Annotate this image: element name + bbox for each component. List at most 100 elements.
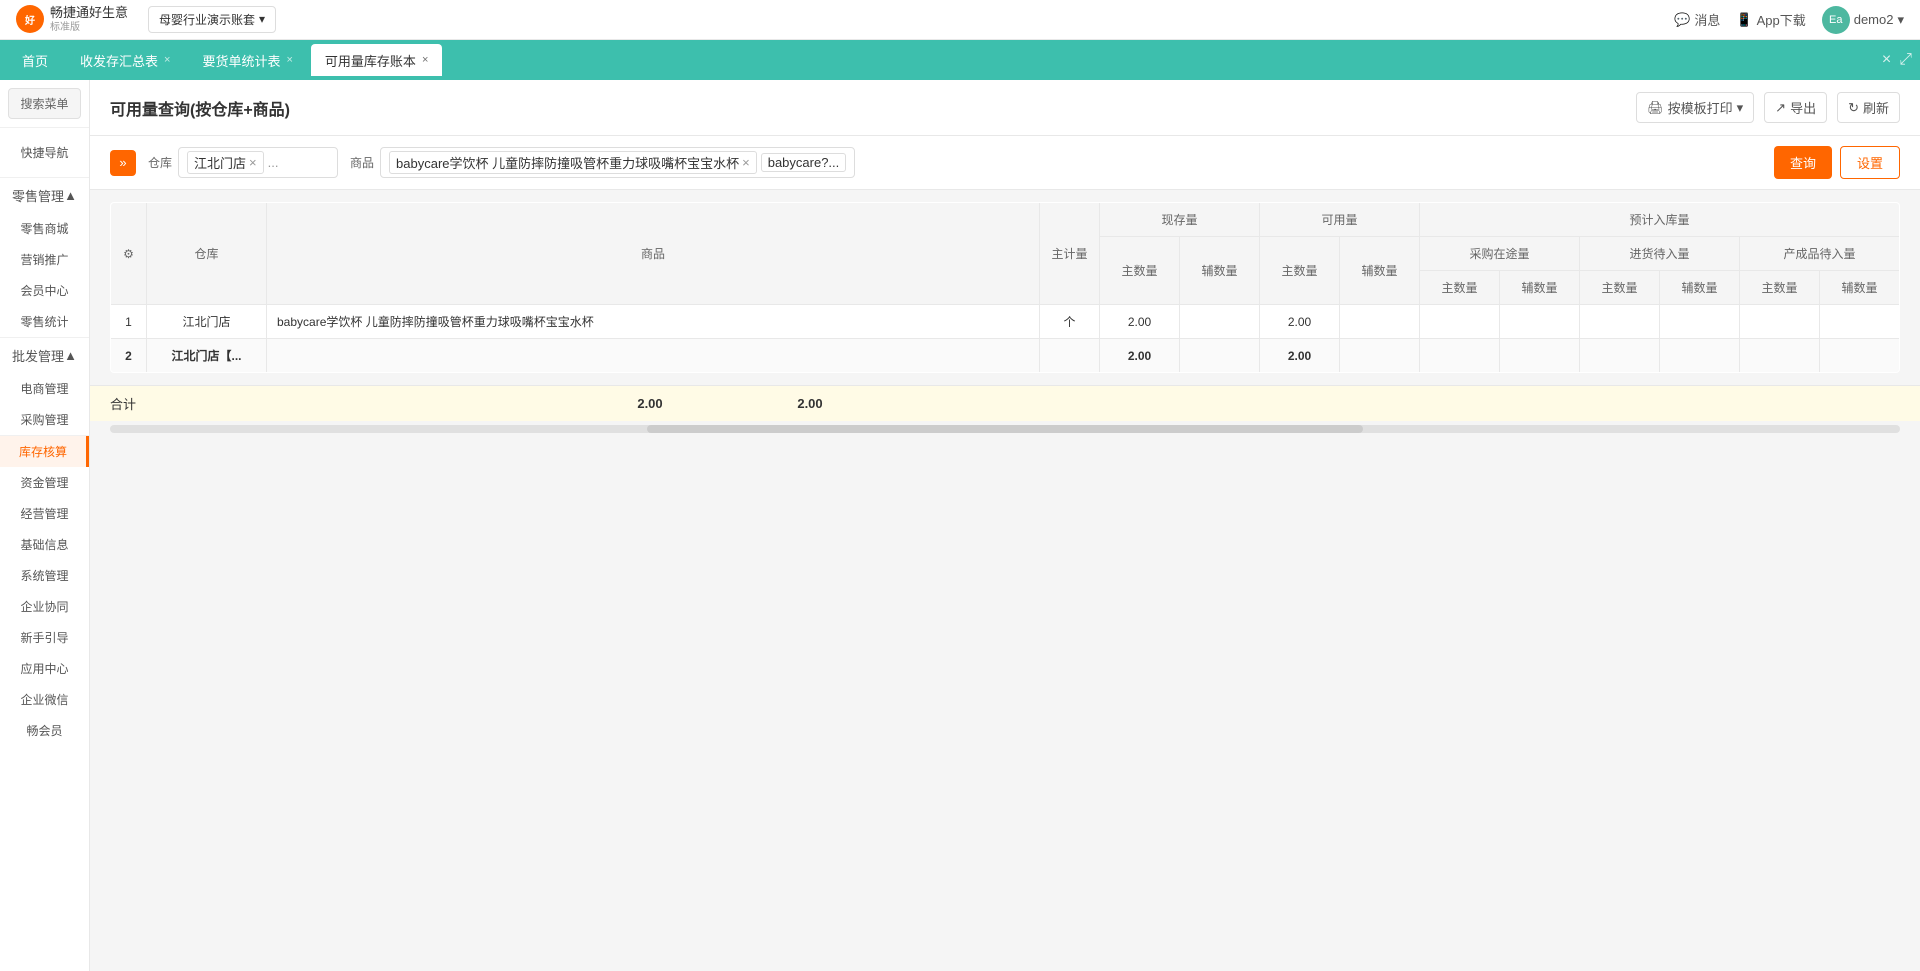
- scroll-thumb[interactable]: [647, 425, 1363, 433]
- message-button[interactable]: 💬 消息: [1674, 10, 1720, 29]
- th-stock-main: 主数量: [1100, 237, 1180, 305]
- sidebar-item-finance[interactable]: 资金管理: [0, 467, 89, 498]
- app-download-button[interactable]: 📱 App下载: [1736, 10, 1805, 29]
- logo-text: 畅捷通好生意 标准版: [50, 5, 128, 35]
- user-menu[interactable]: Ea demo2 ▾: [1822, 6, 1904, 34]
- tab-receive[interactable]: 收发存汇总表 ×: [66, 44, 184, 76]
- tab-receive-close[interactable]: ×: [164, 54, 170, 66]
- sidebar-item-ecommerce[interactable]: 电商管理: [0, 373, 89, 404]
- cell-prod-aux-1: [1820, 305, 1900, 339]
- data-table: ⚙ 仓库 商品 主计量 现存量 可用量 预计入库量 主数量 辅数量 主数量 辅数…: [110, 202, 1900, 373]
- sidebar-item-vip[interactable]: 畅会员: [0, 715, 89, 746]
- chevron-down-icon: ▾: [1897, 12, 1904, 28]
- product-tag-1-remove[interactable]: ×: [742, 155, 750, 170]
- warehouse-input[interactable]: 江北门店 × ...: [178, 147, 338, 178]
- query-button[interactable]: 查询: [1774, 146, 1832, 179]
- logo-area: 好 畅捷通好生意 标准版: [16, 5, 128, 35]
- sidebar-search-area: 搜索菜单: [0, 80, 89, 128]
- tab-available-close[interactable]: ×: [422, 54, 428, 66]
- cell-avail-main-2: 2.00: [1260, 339, 1340, 373]
- sidebar-item-newbie[interactable]: 新手引导: [0, 622, 89, 653]
- sidebar-item-inventory[interactable]: 库存核算: [0, 436, 89, 467]
- chevron-down-icon: ▾: [1737, 100, 1744, 116]
- sidebar-item-retail-stats[interactable]: 零售统计: [0, 306, 89, 337]
- cell-inbound-main-1: [1580, 305, 1660, 339]
- filter-actions: 查询 设置: [1774, 146, 1900, 179]
- export-button[interactable]: ↗ 导出: [1764, 92, 1827, 123]
- cell-avail-main-1: 2.00: [1260, 305, 1340, 339]
- th-settings[interactable]: ⚙: [111, 203, 147, 305]
- sidebar-item-appcenter[interactable]: 应用中心: [0, 653, 89, 684]
- th-main-unit: 主计量: [1040, 203, 1100, 305]
- sidebar-item-system[interactable]: 系统管理: [0, 560, 89, 591]
- warehouse-more[interactable]: ...: [268, 155, 279, 170]
- tab-available[interactable]: 可用量库存账本 ×: [311, 44, 442, 76]
- sidebar-item-marketing[interactable]: 营销推广: [0, 244, 89, 275]
- sidebar-item-wechat[interactable]: 企业微信: [0, 684, 89, 715]
- sidebar-item-purchase[interactable]: 采购管理: [0, 404, 89, 435]
- tab-order-label: 要货单统计表: [202, 51, 280, 70]
- top-bar-left: 好 畅捷通好生意 标准版 母婴行业演示账套 ▾: [16, 5, 276, 35]
- refresh-button[interactable]: ↻ 刷新: [1837, 92, 1900, 123]
- tab-expand-button[interactable]: ⤢: [1899, 51, 1912, 69]
- tab-order-close[interactable]: ×: [286, 54, 292, 66]
- refresh-icon: ↻: [1848, 100, 1859, 116]
- th-prod-aux: 辅数量: [1820, 271, 1900, 305]
- warehouse-tag-remove[interactable]: ×: [249, 155, 257, 170]
- tab-order[interactable]: 要货单统计表 ×: [188, 44, 306, 76]
- sidebar-item-enterprise[interactable]: 企业协同: [0, 591, 89, 622]
- cell-pur-main-2: [1420, 339, 1500, 373]
- tab-close-all-button[interactable]: ×: [1882, 51, 1891, 69]
- th-current-stock: 现存量: [1100, 203, 1260, 237]
- store-selector[interactable]: 母婴行业演示账套 ▾: [148, 6, 276, 33]
- th-pur-aux: 辅数量: [1500, 271, 1580, 305]
- warehouse-tag: 江北门店 ×: [187, 151, 264, 174]
- refresh-label: 刷新: [1863, 98, 1889, 117]
- sidebar-item-basic[interactable]: 基础信息: [0, 529, 89, 560]
- sidebar-section-retail-label: 零售管理: [12, 186, 64, 205]
- sidebar-section-wholesale-header[interactable]: 批发管理 ▲: [0, 338, 89, 373]
- cell-index-1: 1: [111, 305, 147, 339]
- cell-unit-2: [1040, 339, 1100, 373]
- sidebar-item-retail-mall[interactable]: 零售商城: [0, 213, 89, 244]
- chevron-up-icon: ▲: [64, 188, 77, 203]
- summary-unit-spacer: [550, 396, 610, 411]
- cell-inbound-main-2: [1580, 339, 1660, 373]
- sidebar-search-button[interactable]: 搜索菜单: [8, 88, 81, 119]
- message-icon: 💬: [1674, 12, 1690, 28]
- scroll-bar[interactable]: [110, 425, 1900, 433]
- th-planned-inbound: 预计入库量: [1420, 203, 1900, 237]
- summary-values: 2.00 2.00: [230, 396, 1900, 411]
- tab-available-label: 可用量库存账本: [325, 51, 416, 70]
- th-prod-main: 主数量: [1740, 271, 1820, 305]
- th-available: 可用量: [1260, 203, 1420, 237]
- cell-stock-main-2: 2.00: [1100, 339, 1180, 373]
- sidebar-item-member[interactable]: 会员中心: [0, 275, 89, 306]
- th-product-pending: 产成品待入量: [1740, 237, 1900, 271]
- cell-warehouse-2: 江北门店【...: [147, 339, 267, 373]
- summary-bar: 合计 2.00 2.00: [90, 385, 1920, 421]
- product-input[interactable]: babycare学饮杯 儿童防摔防撞吸管杯重力球吸嘴杯宝宝水杯 × babyca…: [380, 147, 855, 178]
- sidebar-item-quick-nav[interactable]: 快捷导航: [0, 136, 89, 169]
- export-label: 导出: [1790, 98, 1816, 117]
- th-pending-inbound: 进货待入量: [1580, 237, 1740, 271]
- warehouse-label: 仓库: [148, 154, 172, 171]
- scroll-bar-area: [90, 421, 1920, 437]
- cell-prod-main-1: [1740, 305, 1820, 339]
- expand-icon: »: [119, 155, 126, 170]
- sidebar-item-operation[interactable]: 经营管理: [0, 498, 89, 529]
- print-button[interactable]: 🖨 按模板打印 ▾: [1636, 92, 1754, 123]
- tab-home[interactable]: 首页: [8, 44, 62, 76]
- setting-button[interactable]: 设置: [1840, 146, 1900, 179]
- sidebar-section-retail-header[interactable]: 零售管理 ▲: [0, 178, 89, 213]
- product-tag-2: babycare?...: [761, 153, 847, 172]
- main-layout: 搜索菜单 快捷导航 零售管理 ▲ 零售商城 营销推广 会员中心 零售统计 批发管…: [0, 80, 1920, 971]
- filter-toggle-button[interactable]: »: [110, 150, 136, 176]
- cell-stock-main-1: 2.00: [1100, 305, 1180, 339]
- content-area: 可用量查询(按仓库+商品) 🖨 按模板打印 ▾ ↗ 导出 ↻ 刷新: [90, 80, 1920, 971]
- th-pur-main: 主数量: [1420, 271, 1500, 305]
- export-icon: ↗: [1775, 100, 1786, 116]
- page-header: 可用量查询(按仓库+商品) 🖨 按模板打印 ▾ ↗ 导出 ↻ 刷新: [90, 80, 1920, 136]
- store-selector-label: 母婴行业演示账套: [159, 11, 255, 28]
- tab-bar-right: × ⤢: [1882, 51, 1912, 69]
